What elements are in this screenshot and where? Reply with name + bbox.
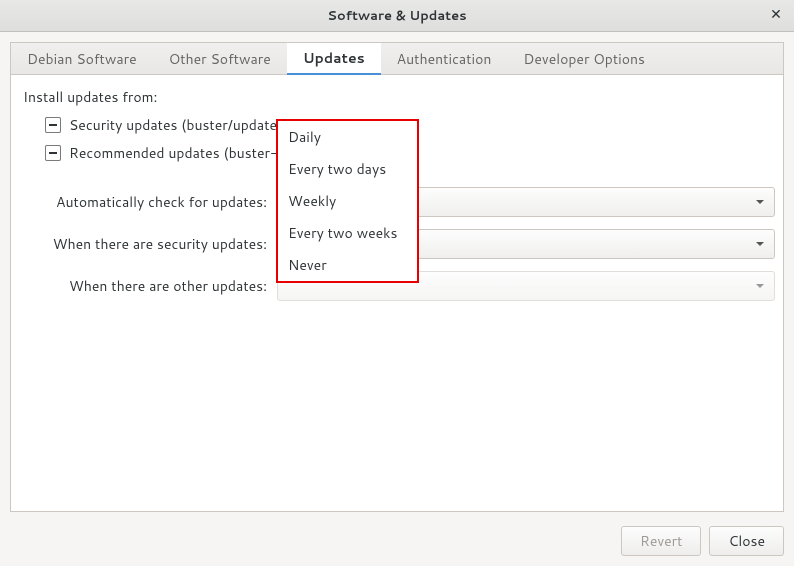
tabs-container: Debian Software Other Software Updates A… (10, 42, 784, 512)
tab-developer-options[interactable]: Developer Options (507, 43, 661, 74)
setting-label: When there are other updates: (19, 276, 277, 296)
dropdown-item-every-two-days[interactable]: Every two days (278, 153, 417, 185)
setting-label: Automatically check for updates: (19, 192, 277, 212)
revert-button[interactable]: Revert (621, 526, 701, 556)
close-button[interactable]: Close (709, 526, 784, 556)
setting-label: When there are security updates: (19, 234, 277, 254)
tab-other-software[interactable]: Other Software (153, 43, 287, 74)
dropdown-item-daily[interactable]: Daily (278, 121, 417, 153)
tab-debian-software[interactable]: Debian Software (11, 43, 153, 74)
dropdown-popup-auto-check: Daily Every two days Weekly Every two we… (276, 119, 419, 283)
tab-content-updates: Install updates from: Security updates (… (11, 75, 783, 325)
dropdown-item-never[interactable]: Never (278, 249, 417, 281)
dropdown-item-every-two-weeks[interactable]: Every two weeks (278, 217, 417, 249)
tab-bar: Debian Software Other Software Updates A… (11, 43, 783, 75)
content-area: Debian Software Other Software Updates A… (0, 32, 794, 512)
dropdown-item-weekly[interactable]: Weekly (278, 185, 417, 217)
checkbox-label: Security updates (buster/updates) (69, 115, 289, 135)
chevron-down-icon (756, 242, 764, 246)
chevron-down-icon (756, 200, 764, 204)
chevron-down-icon (756, 284, 764, 288)
close-icon[interactable]: ✕ (766, 4, 786, 24)
checkbox-icon[interactable] (45, 145, 61, 161)
tab-updates[interactable]: Updates (287, 43, 381, 75)
footer: Revert Close (621, 526, 784, 556)
install-from-label: Install updates from: (23, 87, 775, 107)
checkbox-icon[interactable] (45, 117, 61, 133)
window-title: Software & Updates (327, 7, 466, 25)
tab-authentication[interactable]: Authentication (381, 43, 508, 74)
titlebar: Software & Updates ✕ (0, 0, 794, 32)
